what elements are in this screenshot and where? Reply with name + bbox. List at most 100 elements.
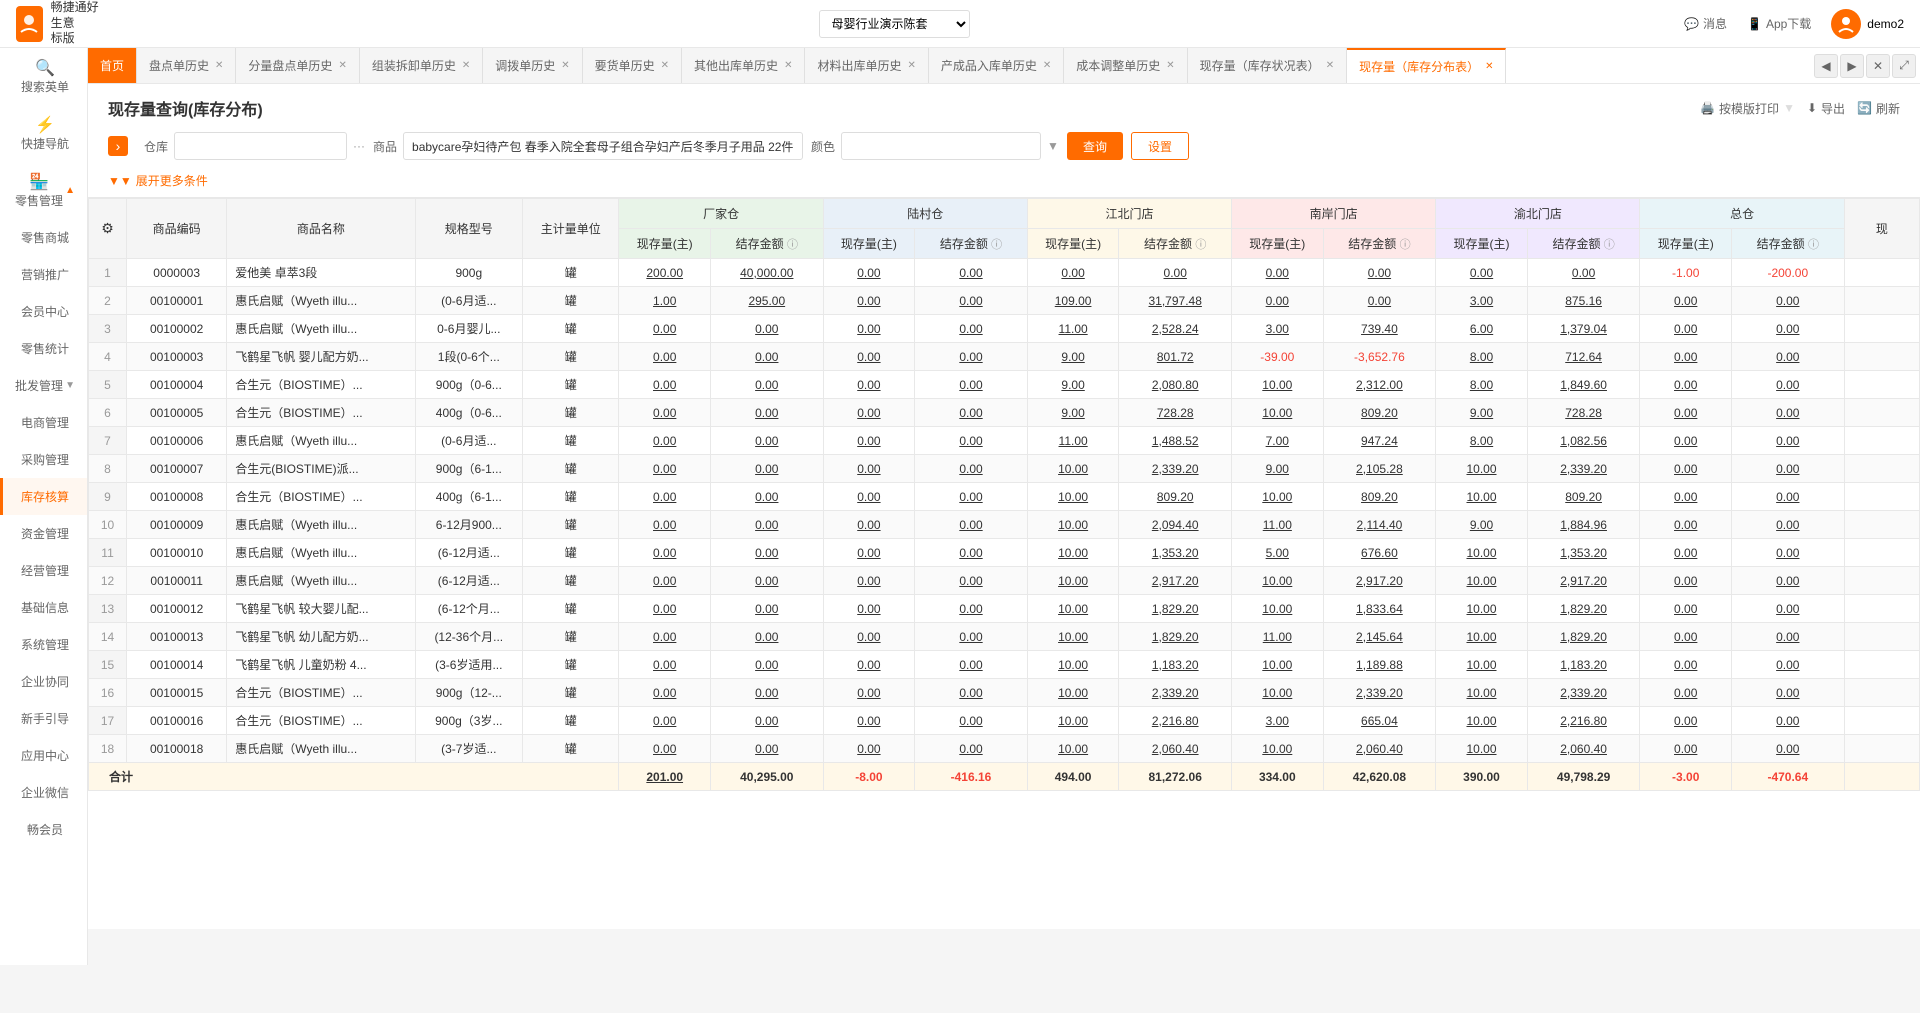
- sidebar-item-ops[interactable]: 经营管理: [0, 552, 87, 589]
- row-nanan-qty[interactable]: 10.00: [1232, 651, 1323, 679]
- row-nanan-amt[interactable]: 739.40: [1323, 315, 1436, 343]
- row-jiangbei-amt[interactable]: 1,488.52: [1119, 427, 1232, 455]
- row-nanan-amt[interactable]: 2,312.00: [1323, 371, 1436, 399]
- total-factory-qty[interactable]: 201.00: [619, 763, 710, 791]
- row-yubei-qty[interactable]: 8.00: [1436, 343, 1527, 371]
- row-yubei-amt[interactable]: 2,339.20: [1527, 679, 1640, 707]
- row-nanan-amt[interactable]: 665.04: [1323, 707, 1436, 735]
- tab-expand-btn[interactable]: ⤢: [1892, 54, 1916, 78]
- settings-button[interactable]: 设置: [1131, 132, 1189, 160]
- row-yubei-qty[interactable]: 10.00: [1436, 735, 1527, 763]
- tab-stock-status[interactable]: 现存量（库存状况表） ✕: [1188, 48, 1347, 84]
- row-yubei-amt[interactable]: 1,829.20: [1527, 595, 1640, 623]
- close-tab-inventory1[interactable]: ✕: [215, 60, 223, 71]
- tab-close-btn[interactable]: ✕: [1866, 54, 1890, 78]
- row-jiangbei-amt[interactable]: 2,060.40: [1119, 735, 1232, 763]
- close-tab-material-out[interactable]: ✕: [907, 60, 915, 71]
- row-jiangbei-amt[interactable]: 1,353.20: [1119, 539, 1232, 567]
- tab-outbound[interactable]: 其他出库单历史 ✕: [682, 48, 805, 84]
- row-nanan-qty[interactable]: 9.00: [1232, 455, 1323, 483]
- row-yubei-amt[interactable]: 1,849.60: [1527, 371, 1640, 399]
- row-yubei-qty[interactable]: 10.00: [1436, 707, 1527, 735]
- sidebar-item-corp[interactable]: 企业协同: [0, 663, 87, 700]
- row-jiangbei-amt[interactable]: 2,216.80: [1119, 707, 1232, 735]
- sidebar-item-member2[interactable]: 畅会员: [0, 811, 87, 848]
- close-tab-inventory2[interactable]: ✕: [338, 60, 346, 71]
- close-tab-stock-dist[interactable]: ✕: [1485, 61, 1493, 72]
- tab-demand[interactable]: 要货单历史 ✕: [583, 48, 682, 84]
- tab-material-out[interactable]: 材料出库单历史 ✕: [805, 48, 928, 84]
- message-btn[interactable]: 💬 消息: [1684, 15, 1727, 32]
- row-nanan-amt[interactable]: 2,339.20: [1323, 679, 1436, 707]
- row-yubei-amt[interactable]: 1,353.20: [1527, 539, 1640, 567]
- sidebar-item-retail-shop[interactable]: 零售商城: [0, 219, 87, 256]
- table-container[interactable]: ⚙ 商品编码 商品名称 规格型号 主计量单位 厂家仓 陆村仓 江北门店 南岸门店…: [88, 198, 1920, 929]
- row-jiangbei-qty[interactable]: 9.00: [1027, 343, 1118, 371]
- row-nanan-qty[interactable]: 10.00: [1232, 371, 1323, 399]
- row-yubei-qty[interactable]: 10.00: [1436, 455, 1527, 483]
- row-yubei-qty[interactable]: 3.00: [1436, 287, 1527, 315]
- row-jiangbei-qty[interactable]: 10.00: [1027, 595, 1118, 623]
- row-yubei-qty[interactable]: 8.00: [1436, 371, 1527, 399]
- close-tab-transfer[interactable]: ✕: [561, 60, 569, 71]
- row-jiangbei-amt[interactable]: 2,339.20: [1119, 455, 1232, 483]
- sidebar-item-guide[interactable]: 新手引导: [0, 700, 87, 737]
- row-yubei-amt[interactable]: 875.16: [1527, 287, 1640, 315]
- row-jiangbei-amt[interactable]: 809.20: [1119, 483, 1232, 511]
- row-yubei-qty[interactable]: 10.00: [1436, 539, 1527, 567]
- row-jiangbei-amt[interactable]: 2,917.20: [1119, 567, 1232, 595]
- sidebar-item-retail-stats[interactable]: 零售统计: [0, 330, 87, 367]
- row-jiangbei-qty[interactable]: 10.00: [1027, 707, 1118, 735]
- row-yubei-amt[interactable]: 2,060.40: [1527, 735, 1640, 763]
- close-tab-outbound[interactable]: ✕: [784, 60, 792, 71]
- row-nanan-qty[interactable]: 10.00: [1232, 735, 1323, 763]
- sidebar-item-member[interactable]: 会员中心: [0, 293, 87, 330]
- row-nanan-amt[interactable]: 2,105.28: [1323, 455, 1436, 483]
- query-button[interactable]: 查询: [1067, 132, 1123, 160]
- row-nanan-amt[interactable]: 809.20: [1323, 399, 1436, 427]
- row-nanan-qty[interactable]: 10.00: [1232, 567, 1323, 595]
- industry-selector[interactable]: 母婴行业演示陈套: [819, 10, 970, 38]
- row-yubei-qty[interactable]: 8.00: [1436, 427, 1527, 455]
- row-yubei-amt[interactable]: 1,082.56: [1527, 427, 1640, 455]
- row-jiangbei-qty[interactable]: 9.00: [1027, 371, 1118, 399]
- sidebar-item-search[interactable]: 🔍 搜索英单: [0, 48, 87, 105]
- row-jiangbei-qty[interactable]: 11.00: [1027, 315, 1118, 343]
- row-jiangbei-amt[interactable]: 2,528.24: [1119, 315, 1232, 343]
- sidebar-item-marketing[interactable]: 营销推广: [0, 256, 87, 293]
- tab-inventory2[interactable]: 分量盘点单历史 ✕: [236, 48, 359, 84]
- row-factory-qty[interactable]: 200.00: [619, 259, 710, 287]
- tab-assembly[interactable]: 组装拆卸单历史 ✕: [360, 48, 483, 84]
- row-nanan-amt[interactable]: 2,917.20: [1323, 567, 1436, 595]
- sidebar-item-ecommerce[interactable]: 电商管理: [0, 404, 87, 441]
- color-input[interactable]: [841, 132, 1041, 160]
- row-yubei-amt[interactable]: 728.28: [1527, 399, 1640, 427]
- row-yubei-amt[interactable]: 1,829.20: [1527, 623, 1640, 651]
- row-nanan-qty[interactable]: 10.00: [1232, 483, 1323, 511]
- tab-prev-btn[interactable]: ◀: [1814, 54, 1838, 78]
- sidebar-item-inventory[interactable]: 库存核算: [0, 478, 87, 515]
- row-yubei-qty[interactable]: 10.00: [1436, 483, 1527, 511]
- sidebar-item-apps[interactable]: 应用中心: [0, 737, 87, 774]
- row-yubei-qty[interactable]: 10.00: [1436, 595, 1527, 623]
- row-factory-amt[interactable]: 295.00: [710, 287, 823, 315]
- row-jiangbei-qty[interactable]: 10.00: [1027, 623, 1118, 651]
- tab-inventory1[interactable]: 盘点单历史 ✕: [137, 48, 236, 84]
- row-nanan-amt[interactable]: 1,833.64: [1323, 595, 1436, 623]
- row-yubei-qty[interactable]: 10.00: [1436, 567, 1527, 595]
- row-nanan-amt[interactable]: 2,060.40: [1323, 735, 1436, 763]
- sidebar-item-wechat[interactable]: 企业微信: [0, 774, 87, 811]
- row-jiangbei-amt[interactable]: 1,829.20: [1119, 623, 1232, 651]
- row-yubei-amt[interactable]: 2,917.20: [1527, 567, 1640, 595]
- row-yubei-amt[interactable]: 2,216.80: [1527, 707, 1640, 735]
- row-nanan-qty[interactable]: 7.00: [1232, 427, 1323, 455]
- row-jiangbei-qty[interactable]: 10.00: [1027, 483, 1118, 511]
- row-jiangbei-qty[interactable]: 10.00: [1027, 651, 1118, 679]
- row-yubei-amt[interactable]: 1,379.04: [1527, 315, 1640, 343]
- row-nanan-amt[interactable]: 809.20: [1323, 483, 1436, 511]
- row-nanan-qty[interactable]: 5.00: [1232, 539, 1323, 567]
- row-jiangbei-amt[interactable]: 31,797.48: [1119, 287, 1232, 315]
- close-tab-cost-adjust[interactable]: ✕: [1166, 60, 1174, 71]
- row-nanan-amt[interactable]: 676.60: [1323, 539, 1436, 567]
- row-jiangbei-qty[interactable]: 10.00: [1027, 511, 1118, 539]
